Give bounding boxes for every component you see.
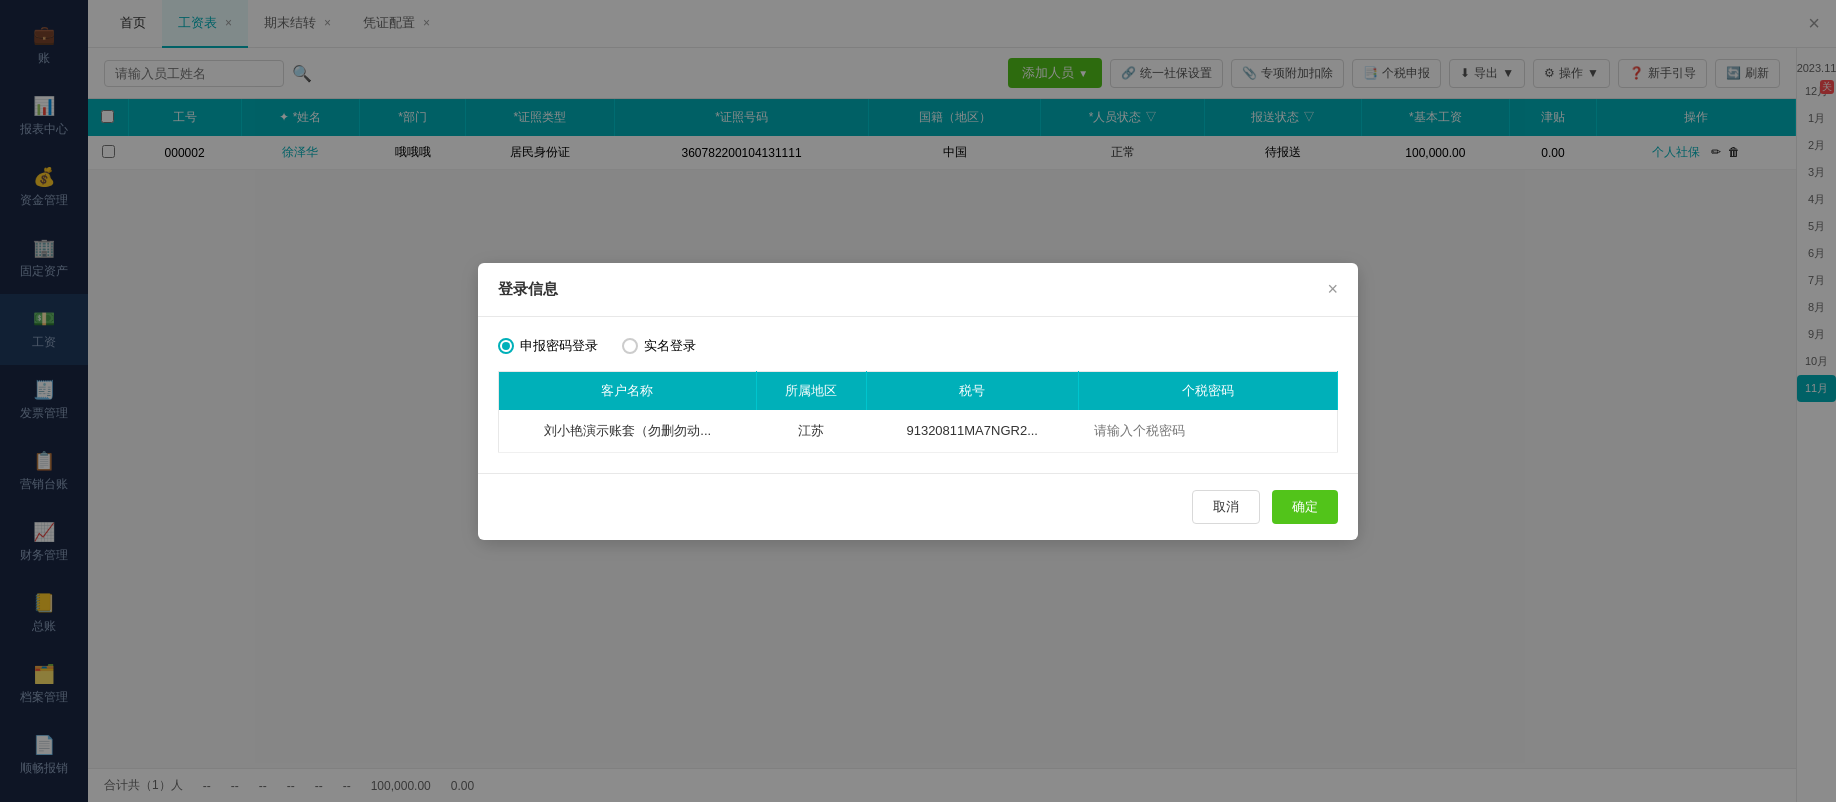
dialog-col-name: 客户名称 (499, 371, 757, 410)
dialog-footer: 取消 确定 (478, 473, 1358, 540)
dialog-body: 申报密码登录 实名登录 客户名称 所属地区 税号 个税密码 (478, 317, 1358, 473)
dialog-header: 登录信息 × (478, 263, 1358, 317)
tax-password-input[interactable] (1094, 423, 1321, 438)
dialog-col-region: 所属地区 (756, 371, 866, 410)
dialog-close-button[interactable]: × (1327, 279, 1338, 300)
login-info-table: 客户名称 所属地区 税号 个税密码 刘小艳演示账套（勿删勿动... 江苏 913… (498, 371, 1338, 453)
radio-realname-circle (622, 338, 638, 354)
radio-password-login[interactable]: 申报密码登录 (498, 337, 598, 355)
confirm-button[interactable]: 确定 (1272, 490, 1338, 524)
dialog-region: 江苏 (756, 410, 866, 453)
modal-overlay: 登录信息 × 申报密码登录 实名登录 客户名称 所属 (0, 0, 1836, 802)
dialog-col-tax-id: 税号 (866, 371, 1078, 410)
dialog-col-password: 个税密码 (1078, 371, 1337, 410)
dialog-table-row: 刘小艳演示账套（勿删勿动... 江苏 91320811MA7NGR2... (499, 410, 1338, 453)
dialog-password-cell (1078, 410, 1337, 453)
radio-realname-login[interactable]: 实名登录 (622, 337, 696, 355)
dialog-title: 登录信息 (498, 280, 558, 299)
login-dialog: 登录信息 × 申报密码登录 实名登录 客户名称 所属 (478, 263, 1358, 540)
dialog-tax-id: 91320811MA7NGR2... (866, 410, 1078, 453)
cancel-button[interactable]: 取消 (1192, 490, 1260, 524)
login-type-radio-group: 申报密码登录 实名登录 (498, 337, 1338, 355)
radio-password-circle (498, 338, 514, 354)
dialog-client-name: 刘小艳演示账套（勿删勿动... (499, 410, 757, 453)
